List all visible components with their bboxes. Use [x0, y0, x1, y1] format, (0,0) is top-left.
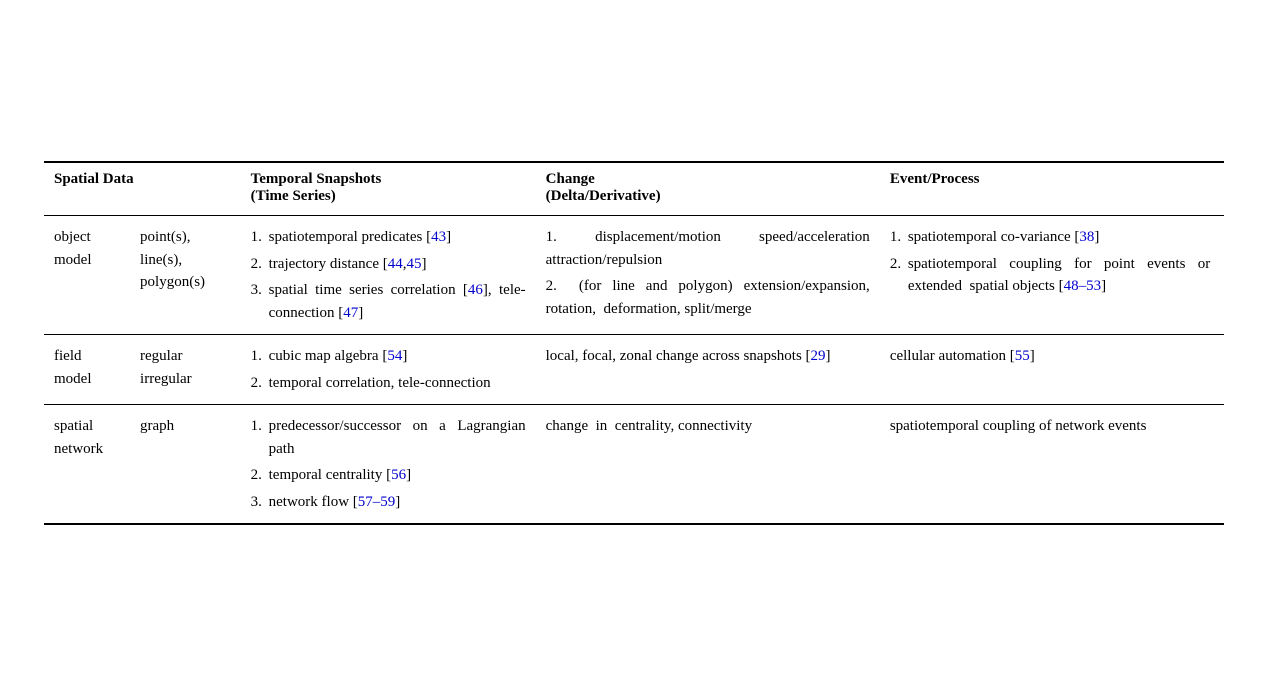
ref-54[interactable]: 54	[387, 348, 402, 364]
table-row: fieldmodel regularirregular 1. cubic map…	[44, 335, 1224, 405]
cell-spatial-type: spatialnetwork	[44, 405, 130, 525]
temporal-field-1: 1. cubic map algebra [54]	[251, 345, 526, 368]
temporal-item-1: 1. spatiotemporal predicates [43]	[251, 226, 526, 249]
cell-temporal-object: 1. spatiotemporal predicates [43] 2. tra…	[241, 216, 536, 335]
ref-55[interactable]: 55	[1015, 348, 1030, 364]
temporal-field-2: 2. temporal correlation, tele-connection	[251, 372, 526, 395]
ref-57-59[interactable]: 57–59	[358, 494, 396, 510]
temporal-item-2: 2. trajectory distance [44,45]	[251, 253, 526, 276]
ref-47[interactable]: 47	[343, 305, 358, 321]
ref-48-53[interactable]: 48–53	[1064, 278, 1102, 294]
cell-spatial-type: fieldmodel	[44, 335, 130, 405]
data-table: Spatial Data Temporal Snapshots (Time Se…	[44, 161, 1224, 525]
temporal-network-1: 1. predecessor/successor on a Lagrangian…	[251, 415, 526, 460]
temporal-item-3: 3. spatial time series correlation [46],…	[251, 279, 526, 324]
header-event: Event/Process	[880, 162, 1224, 216]
ref-44[interactable]: 44	[388, 256, 403, 272]
header-spatial: Spatial Data	[44, 162, 241, 216]
cell-spatial-subtype: graph	[130, 405, 241, 525]
cell-temporal-network: 1. predecessor/successor on a Lagrangian…	[241, 405, 536, 525]
ref-29[interactable]: 29	[811, 348, 826, 364]
ref-56[interactable]: 56	[391, 467, 406, 483]
change-item-1: 1. displacement/motion speed/acceleratio…	[546, 226, 870, 271]
cell-spatial-subtype: regularirregular	[130, 335, 241, 405]
event-item-2: 2. spatiotemporal coupling for point eve…	[890, 253, 1214, 298]
table-row: spatialnetwork graph 1. predecessor/succ…	[44, 405, 1224, 525]
ref-43[interactable]: 43	[431, 229, 446, 245]
ref-45[interactable]: 45	[407, 256, 422, 272]
header-temporal: Temporal Snapshots (Time Series)	[241, 162, 536, 216]
ref-38[interactable]: 38	[1079, 229, 1094, 245]
cell-event-network: spatiotemporal coupling of network event…	[880, 405, 1224, 525]
cell-change-network: change in centrality, connectivity	[536, 405, 880, 525]
temporal-network-2: 2. temporal centrality [56]	[251, 464, 526, 487]
cell-event-object: 1. spatiotemporal co-variance [38] 2. sp…	[880, 216, 1224, 335]
header-row: Spatial Data Temporal Snapshots (Time Se…	[44, 162, 1224, 216]
event-item-1: 1. spatiotemporal co-variance [38]	[890, 226, 1214, 249]
ref-46[interactable]: 46	[468, 282, 483, 298]
cell-spatial-type: objectmodel	[44, 216, 130, 335]
temporal-network-3: 3. network flow [57–59]	[251, 491, 526, 514]
main-table-container: Spatial Data Temporal Snapshots (Time Se…	[44, 161, 1224, 525]
cell-change-object: 1. displacement/motion speed/acceleratio…	[536, 216, 880, 335]
cell-event-field: cellular automation [55]	[880, 335, 1224, 405]
table-row: objectmodel point(s),line(s),polygon(s) …	[44, 216, 1224, 335]
cell-spatial-subtype: point(s),line(s),polygon(s)	[130, 216, 241, 335]
cell-temporal-field: 1. cubic map algebra [54] 2. temporal co…	[241, 335, 536, 405]
cell-change-field: local, focal, zonal change across snapsh…	[536, 335, 880, 405]
change-item-2: 2. (for line and polygon) extension/expa…	[546, 275, 870, 320]
header-change: Change (Delta/Derivative)	[536, 162, 880, 216]
